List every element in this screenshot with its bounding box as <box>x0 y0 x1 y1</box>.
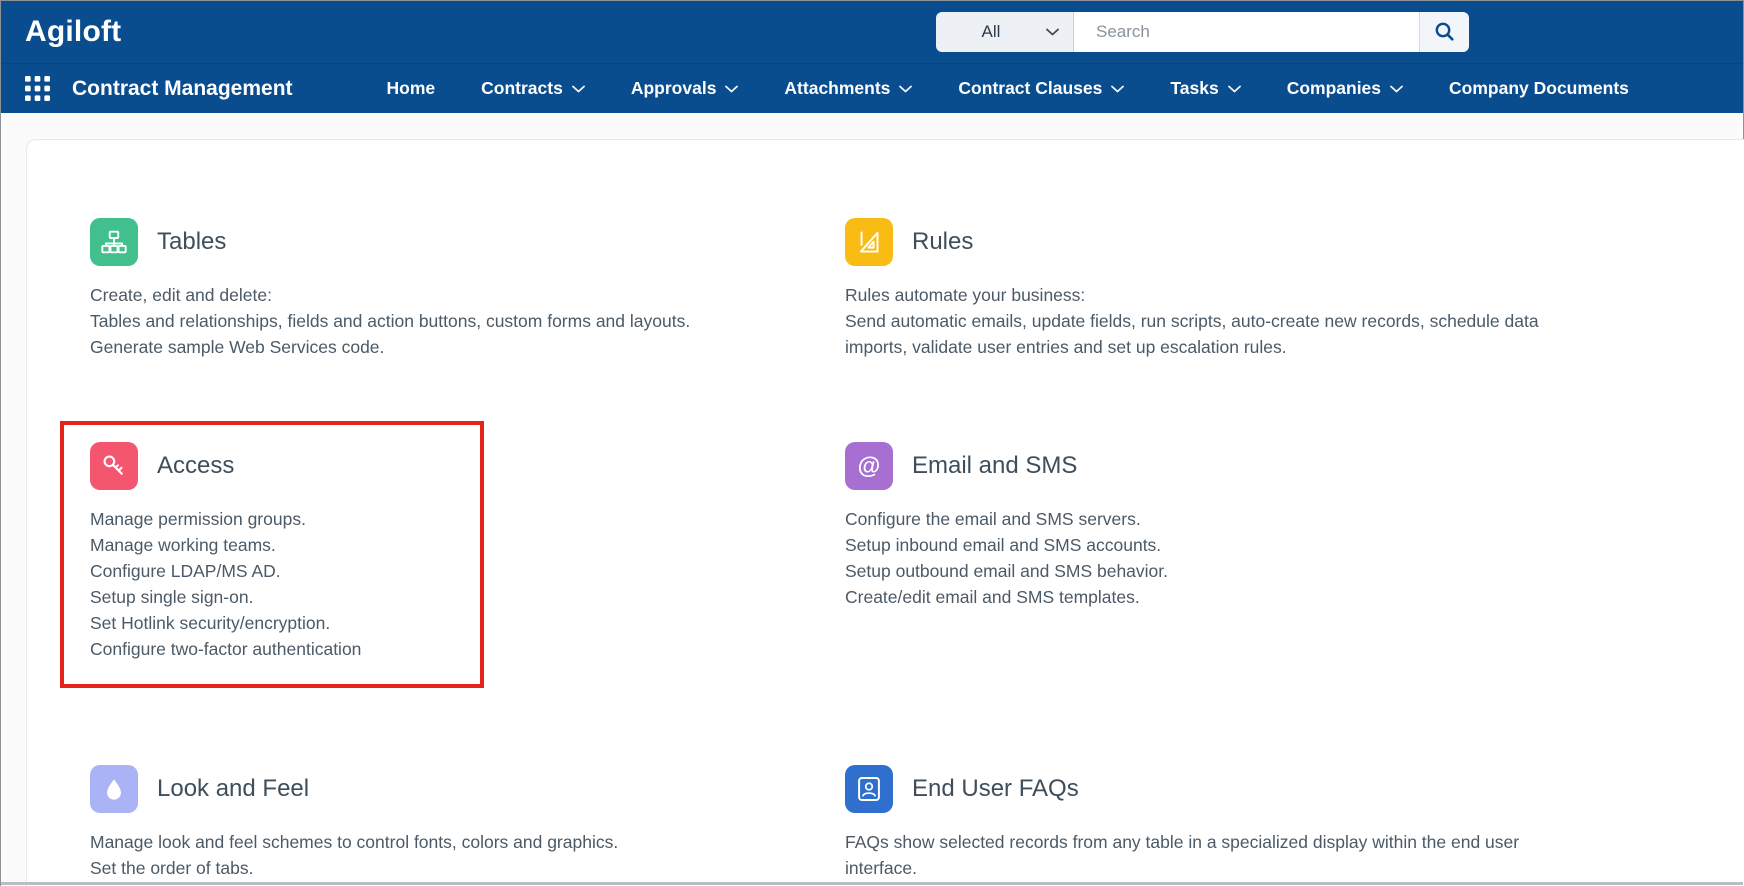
section-title[interactable]: Tables <box>157 228 226 256</box>
search-button[interactable] <box>1419 12 1469 52</box>
section-description: Manage look and feel schemes to control … <box>90 829 790 886</box>
section-text-line: Configure the email and SMS servers. <box>845 509 1141 529</box>
section-text-line: FAQs show selected records from any tabl… <box>845 832 1520 878</box>
app-title: Contract Management <box>72 76 293 100</box>
section-text-line: Manage permission groups. <box>90 509 306 529</box>
nav-item-companies[interactable]: Companies <box>1287 78 1403 99</box>
nav-item-label: Companies <box>1286 78 1382 98</box>
section-access: Access Manage permission groups. Manage w… <box>90 442 845 662</box>
section-email-and-sms: @ Email and SMS Configure the email and … <box>845 442 1744 610</box>
setup-card: Tables Create, edit and delete: Tables an… <box>26 139 1744 886</box>
section-text-line: Set Hotlink security/encryption. <box>90 613 331 633</box>
section-description: Rules automate your business: Send automa… <box>845 282 1595 360</box>
nav-item-attachments[interactable]: Attachments <box>784 78 913 99</box>
key-icon[interactable] <box>90 442 138 490</box>
section-text-line: Setup outbound email and SMS behavior. <box>845 561 1168 581</box>
section-title[interactable]: Rules <box>912 228 973 256</box>
svg-text:@: @ <box>858 453 881 479</box>
nav-item-tasks[interactable]: Tasks <box>1170 78 1241 99</box>
section-title[interactable]: Access <box>157 452 234 480</box>
section-text-line: Create/edit email and SMS templates. <box>845 587 1140 607</box>
section-text-line: Rules automate your business: <box>845 285 1086 305</box>
search-bar: All <box>936 12 1469 52</box>
section-text-line: Configure two-factor authentication <box>90 639 362 659</box>
app-grid-icon[interactable] <box>25 76 50 101</box>
section-text-line: Manage look and feel schemes to control … <box>90 832 619 852</box>
chevron-down-icon <box>1227 85 1241 93</box>
section-text-line: Generate sample Web Services code. <box>90 337 385 357</box>
search-input[interactable] <box>1074 12 1419 52</box>
search-scope-select[interactable]: All <box>936 12 1074 52</box>
nav-item-contracts[interactable]: Contracts <box>481 78 585 99</box>
main-content: Tables Create, edit and delete: Tables an… <box>1 113 1744 886</box>
nav-item-label: Approvals <box>630 78 717 98</box>
bottom-window-edge <box>1 882 1743 885</box>
section-tables: Tables Create, edit and delete: Tables an… <box>90 218 845 360</box>
section-text-line: Configure LDAP/MS AD. <box>90 561 281 581</box>
person-card-icon[interactable] <box>845 765 893 813</box>
chevron-down-icon <box>725 85 739 93</box>
nav-item-label: Company Documents <box>1449 78 1629 98</box>
nav-item-label: Contracts <box>481 78 563 98</box>
chevron-down-icon <box>899 85 913 93</box>
section-text-line: Set the order of tabs. <box>90 858 254 878</box>
section-look-and-feel: Look and Feel Manage look and feel schem… <box>90 765 845 886</box>
section-rules: Rules Rules automate your business: Send … <box>845 218 1744 360</box>
nav-item-company-documents[interactable]: Company Documents <box>1449 78 1629 99</box>
chevron-down-icon <box>1390 85 1403 93</box>
agiloft-logo[interactable]: Agiloft <box>25 15 121 49</box>
section-title[interactable]: End User FAQs <box>912 775 1079 803</box>
section-end-user-faqs: End User FAQs FAQs show selected records… <box>845 765 1744 881</box>
at-icon[interactable]: @ <box>845 442 893 490</box>
chevron-down-icon <box>1111 85 1125 93</box>
nav-item-approvals[interactable]: Approvals <box>631 78 739 99</box>
nav-item-home[interactable]: Home <box>387 78 436 99</box>
section-text-line: Setup inbound email and SMS accounts. <box>845 535 1162 555</box>
nav-item-label: Attachments <box>784 78 891 98</box>
section-description: Configure the email and SMS servers. Setu… <box>845 506 1595 610</box>
section-text-line: Setup single sign-on. <box>90 587 254 607</box>
nav-item-label: Tasks <box>1170 78 1219 98</box>
section-text-line: Manage working teams. <box>90 535 276 555</box>
section-text-line: Tables and relationships, fields and act… <box>90 311 691 331</box>
chevron-down-icon <box>1046 28 1059 36</box>
top-bar: Agiloft All <box>1 1 1743 63</box>
section-description: Manage permission groups. Manage working … <box>90 506 790 662</box>
search-icon <box>1433 20 1457 44</box>
section-title[interactable]: Email and SMS <box>912 452 1077 480</box>
nav-item-label: Contract Clauses <box>958 78 1103 98</box>
search-scope-value: All <box>981 22 1001 41</box>
main-nav: Home Contracts Approvals Attachments Contrac… <box>387 78 1743 99</box>
triangle-ruler-icon[interactable] <box>845 218 893 266</box>
section-description: FAQs show selected records from any tabl… <box>845 829 1595 881</box>
sitemap-icon[interactable] <box>90 218 138 266</box>
chevron-down-icon <box>571 85 585 93</box>
setup-sections-grid: Tables Create, edit and delete: Tables an… <box>90 218 1744 886</box>
section-description: Create, edit and delete: Tables and relat… <box>90 282 790 360</box>
nav-item-contract-clauses[interactable]: Contract Clauses <box>958 78 1125 99</box>
nav-item-label: Home <box>386 78 436 98</box>
section-title[interactable]: Look and Feel <box>157 775 309 803</box>
section-text-line: Send automatic emails, update fields, ru… <box>845 311 1539 357</box>
section-text-line: Create, edit and delete: <box>90 285 272 305</box>
droplet-icon[interactable] <box>90 765 138 813</box>
nav-bar: Contract Management Home Contracts Approva… <box>1 63 1743 113</box>
